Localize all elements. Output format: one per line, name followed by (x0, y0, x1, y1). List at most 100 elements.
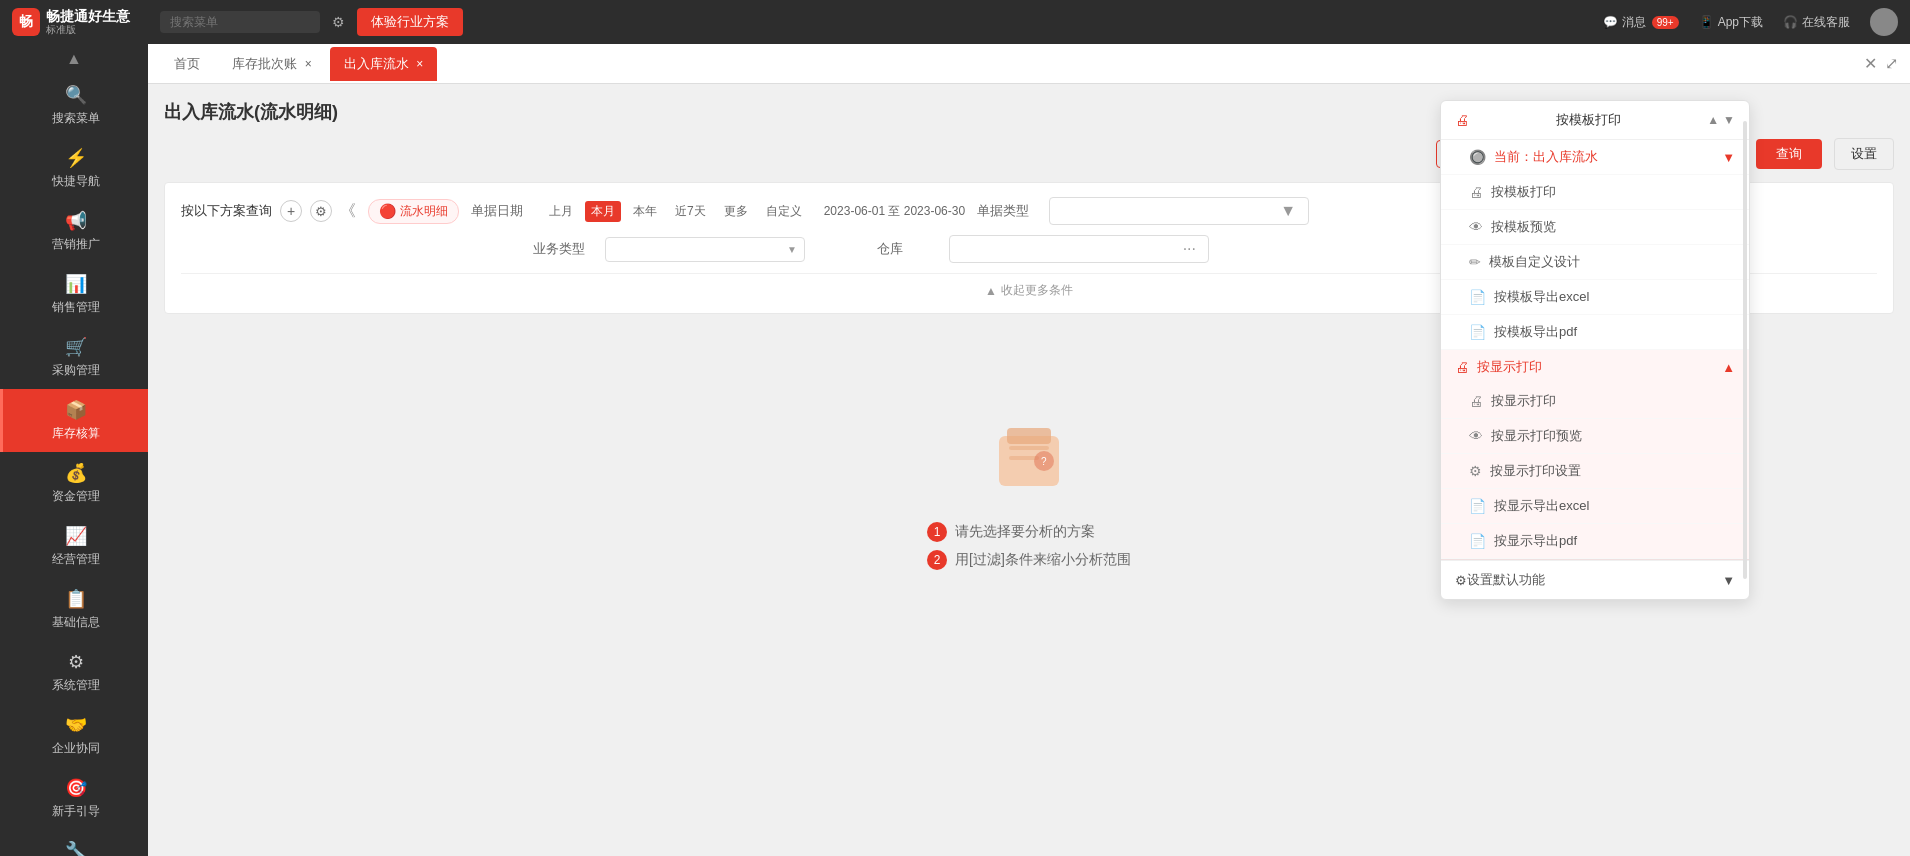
date-btn-last-month[interactable]: 上月 (543, 201, 579, 222)
dropdown-display-preview[interactable]: 👁 按显示打印预览 (1441, 419, 1749, 454)
template-custom-icon: ✏ (1469, 254, 1481, 270)
business-type-select-wrap (605, 237, 805, 262)
dropdown-display-pdf[interactable]: 📄 按显示导出pdf (1441, 524, 1749, 559)
dropdown-current-template[interactable]: 🔘 当前：出入库流水 ▼ (1441, 140, 1749, 175)
message-btn[interactable]: 💬 消息 99+ (1603, 14, 1679, 31)
warehouse-more-btn[interactable]: ··· (1179, 240, 1200, 258)
date-btn-more[interactable]: 更多 (718, 201, 754, 222)
sidebar-item-basic[interactable]: 📋 基础信息 (0, 578, 148, 641)
quick-nav-icon: ⚡ (65, 147, 87, 169)
date-btn-7days[interactable]: 近7天 (669, 201, 712, 222)
dropdown-arrows: ▲ ▼ (1707, 113, 1735, 127)
sidebar-item-system[interactable]: ⚙ 系统管理 (0, 641, 148, 704)
settings-btn[interactable]: 设置 (1834, 138, 1894, 170)
template-pdf-icon: 📄 (1469, 324, 1486, 340)
search-icon: 🔍 (65, 84, 87, 106)
dropdown-print-icon: 🖨 (1455, 112, 1469, 128)
sidebar-item-marketing[interactable]: 📢 营销推广 (0, 200, 148, 263)
tab-stock-flow[interactable]: 出入库流水 × (330, 47, 438, 81)
svg-text:?: ? (1041, 456, 1047, 467)
doc-type-input[interactable] (1058, 204, 1276, 219)
sidebar-item-app-center[interactable]: 🔧 应用中心 (0, 830, 148, 856)
empty-illustration: ? (979, 406, 1079, 506)
sidebar-item-purchase[interactable]: 🛒 采购管理 (0, 326, 148, 389)
tab-batch-account-close[interactable]: × (305, 57, 312, 71)
empty-step-1: 1 请先选择要分析的方案 (927, 522, 1095, 542)
sidebar-item-inventory[interactable]: 📦 库存核算 (0, 389, 148, 452)
collapse-up-icon: ▲ (985, 284, 997, 298)
app-download-btn[interactable]: 📱 App下载 (1699, 14, 1763, 31)
dropdown-template-preview[interactable]: 👁 按模板预览 (1441, 210, 1749, 245)
avatar[interactable] (1870, 8, 1898, 36)
empty-step-2: 2 用[过滤]条件来缩小分析范围 (927, 550, 1131, 570)
gear-button[interactable]: ⚙ (328, 10, 349, 34)
dropdown-template-custom[interactable]: ✏ 模板自定义设计 (1441, 245, 1749, 280)
promo-button[interactable]: 体验行业方案 (357, 8, 463, 36)
sidebar-scroll-up[interactable]: ▲ (0, 44, 148, 74)
warehouse-input[interactable] (958, 242, 1179, 257)
date-label: 单据日期 (471, 202, 531, 220)
empty-steps: 1 请先选择要分析的方案 2 用[过滤]条件来缩小分析范围 (927, 522, 1131, 570)
dropdown-panel: 🖨 按模板打印 ▲ ▼ 🔘 当前：出入库流水 ▼ 🖨 按模板打印 👁 按模板预览… (1440, 100, 1750, 600)
template-excel-icon: 📄 (1469, 289, 1486, 305)
date-btn-custom[interactable]: 自定义 (760, 201, 808, 222)
online-service-btn[interactable]: 🎧 在线客服 (1783, 14, 1850, 31)
sidebar-item-operation[interactable]: 📈 经营管理 (0, 515, 148, 578)
tab-close-btn[interactable]: ✕ (1864, 54, 1877, 73)
doc-type-more-btn[interactable]: ▼ (1276, 202, 1300, 220)
default-func-icon: ⚙ (1455, 573, 1467, 588)
search-add-btn[interactable]: + (280, 200, 302, 222)
operation-icon: 📈 (65, 525, 87, 547)
inventory-icon: 📦 (65, 399, 87, 421)
svg-rect-2 (1009, 446, 1049, 450)
display-settings-icon: ⚙ (1469, 463, 1482, 479)
filter-tag[interactable]: 🔴 流水明细 (368, 199, 459, 224)
headset-icon: 🎧 (1783, 15, 1798, 29)
search-input[interactable] (160, 11, 320, 33)
message-badge: 99+ (1652, 16, 1679, 29)
dropdown-down-arrow[interactable]: ▼ (1723, 113, 1735, 127)
dropdown-display-print[interactable]: 🖨 按显示打印 (1441, 384, 1749, 419)
search-label-area: 按以下方案查询 + ⚙ 《 (181, 200, 356, 222)
marketing-icon: 📢 (65, 210, 87, 232)
date-btn-this-month[interactable]: 本月 (585, 201, 621, 222)
download-icon: 📱 (1699, 15, 1714, 29)
footer-arrow-icon: ▼ (1722, 573, 1735, 588)
dropdown-display-excel[interactable]: 📄 按显示导出excel (1441, 489, 1749, 524)
doc-type-input-wrap: ▼ (1049, 197, 1309, 225)
dropdown-template-excel[interactable]: 📄 按模板导出excel (1441, 280, 1749, 315)
sidebar-item-sales[interactable]: 📊 销售管理 (0, 263, 148, 326)
date-btn-this-year[interactable]: 本年 (627, 201, 663, 222)
dropdown-up-arrow[interactable]: ▲ (1707, 113, 1719, 127)
display-preview-icon: 👁 (1469, 428, 1483, 444)
sidebar-item-search[interactable]: 🔍 搜索菜单 (0, 74, 148, 137)
dropdown-footer[interactable]: ⚙ 设置默认功能 ▼ (1441, 560, 1749, 599)
dropdown-template-print[interactable]: 🖨 按模板打印 (1441, 175, 1749, 210)
svg-rect-1 (1007, 428, 1051, 444)
sidebar-item-guide[interactable]: 🎯 新手引导 (0, 767, 148, 830)
display-excel-icon: 📄 (1469, 498, 1486, 514)
top-header: 畅 畅捷通好生意 标准版 ⚙ 体验行业方案 💬 消息 99+ 📱 App下载 🎧… (0, 0, 1910, 44)
sidebar-item-finance[interactable]: 💰 资金管理 (0, 452, 148, 515)
query-btn[interactable]: 查询 (1756, 139, 1822, 169)
template-preview-icon: 👁 (1469, 219, 1483, 235)
tab-batch-account[interactable]: 库存批次账 × (218, 47, 326, 81)
dropdown-scrollbar[interactable] (1743, 121, 1747, 579)
business-type-select[interactable] (605, 237, 805, 262)
search-collapse-left-btn[interactable]: 《 (340, 201, 356, 222)
finance-icon: 💰 (65, 462, 87, 484)
dropdown-header: 🖨 按模板打印 ▲ ▼ (1441, 101, 1749, 140)
step-2-num: 2 (927, 550, 947, 570)
warehouse-input-wrap: ··· (949, 235, 1209, 263)
search-gear-btn[interactable]: ⚙ (310, 200, 332, 222)
tab-home[interactable]: 首页 (160, 47, 214, 81)
basic-icon: 📋 (65, 588, 87, 610)
sidebar-item-collab[interactable]: 🤝 企业协同 (0, 704, 148, 767)
sidebar-item-quick-nav[interactable]: ⚡ 快捷导航 (0, 137, 148, 200)
tab-maximize-btn[interactable]: ⤢ (1885, 54, 1898, 73)
dropdown-display-section: 🖨 按显示打印 ▲ 🖨 按显示打印 👁 按显示打印预览 ⚙ 按显示打印设置 📄 … (1441, 350, 1749, 560)
dropdown-display-settings[interactable]: ⚙ 按显示打印设置 (1441, 454, 1749, 489)
dropdown-template-pdf[interactable]: 📄 按模板导出pdf (1441, 315, 1749, 350)
dropdown-section-header[interactable]: 🖨 按显示打印 ▲ (1441, 350, 1749, 384)
tab-stock-flow-close[interactable]: × (416, 57, 423, 71)
